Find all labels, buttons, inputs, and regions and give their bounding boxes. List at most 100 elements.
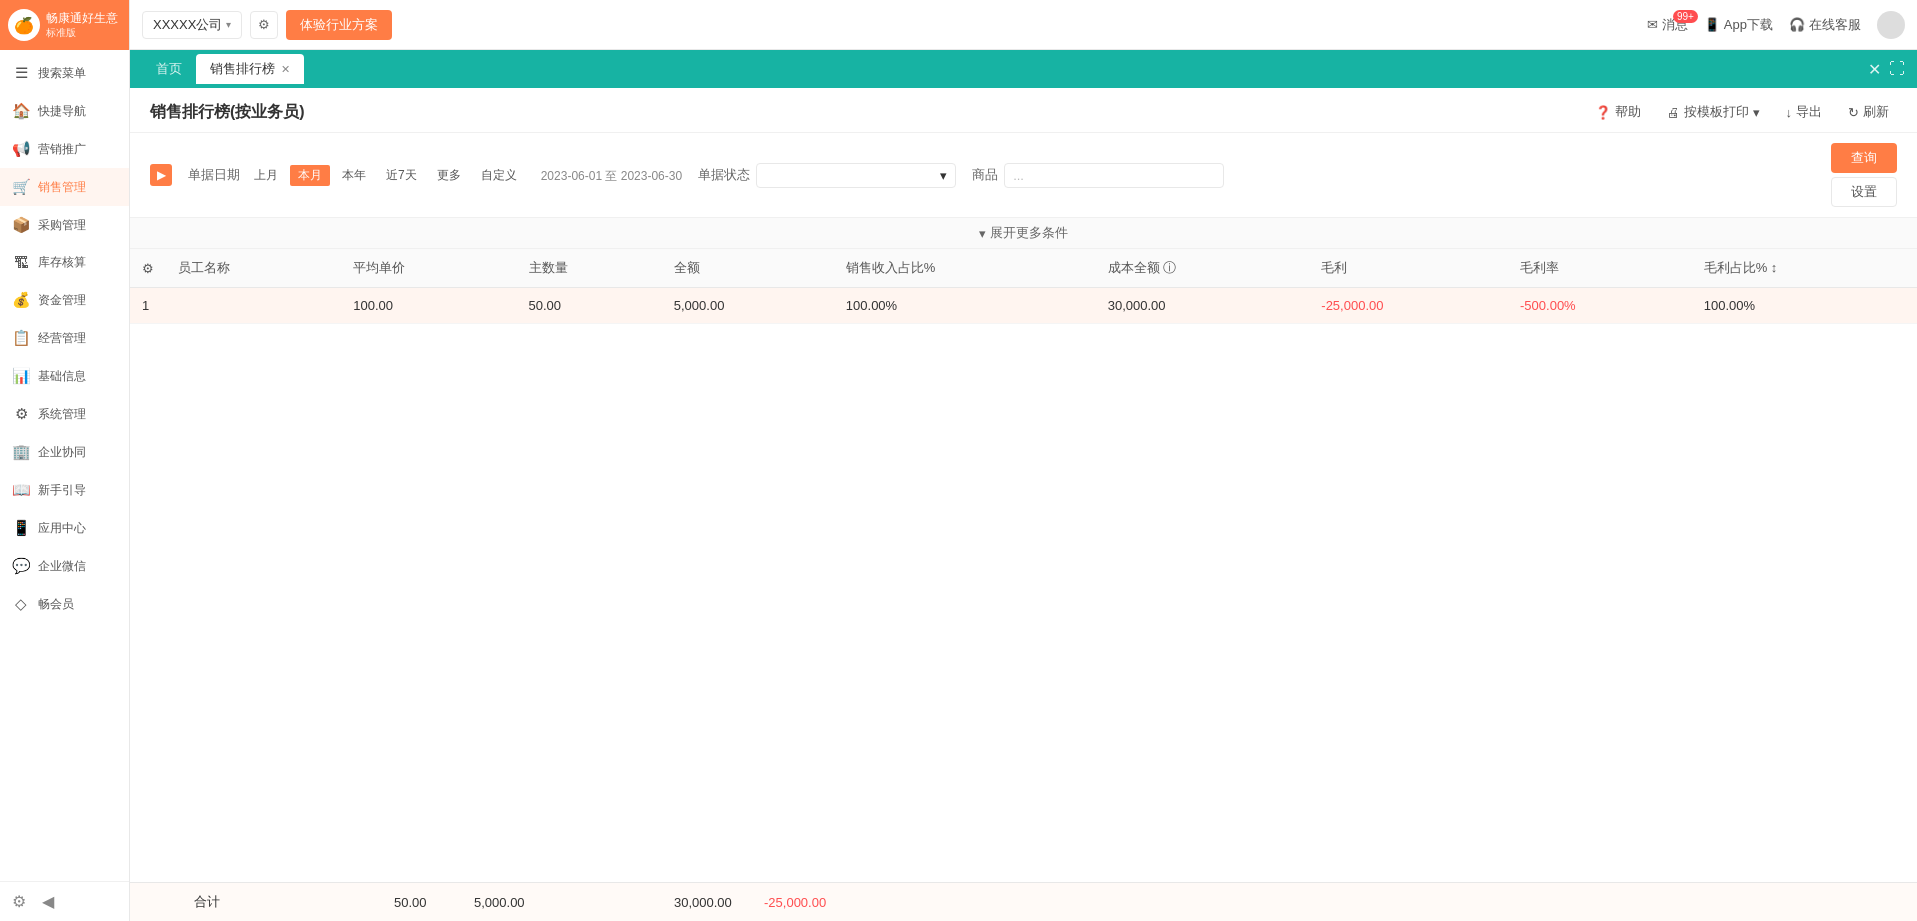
- export-icon: ↓: [1786, 105, 1793, 120]
- cell-gross: -25,000.00: [1309, 288, 1508, 324]
- filter-buttons: 查询 设置: [1831, 143, 1897, 207]
- app-download-label: App下载: [1724, 16, 1773, 34]
- sales-icon: 🛒: [12, 178, 30, 196]
- date-tab-cur-month[interactable]: 本月: [290, 165, 330, 186]
- headset-icon: 🎧: [1789, 17, 1805, 32]
- table-area: ⚙ 员工名称 平均单价 主数量 全额: [130, 249, 1917, 882]
- sidebar-item-apps[interactable]: 📱 应用中心: [0, 509, 129, 547]
- help-button[interactable]: ❓ 帮助: [1587, 100, 1649, 124]
- expand-label: 展开更多条件: [990, 224, 1068, 242]
- date-tab-last7[interactable]: 近7天: [378, 165, 425, 186]
- logo-text-block: 畅康通好生意 标准版: [46, 11, 118, 40]
- date-tab-prev-month[interactable]: 上月: [246, 165, 286, 186]
- app-download-button[interactable]: 📱 App下载: [1704, 16, 1773, 34]
- top-header: XXXXX公司 ▾ ⚙ 体验行业方案 ✉ 消息 99+ 📱 App下载 🎧 在线…: [130, 0, 1917, 50]
- sidebar-item-operations[interactable]: 📋 经营管理: [0, 319, 129, 357]
- col-settings[interactable]: ⚙: [130, 249, 166, 288]
- message-badge: 99+: [1673, 10, 1698, 23]
- sidebar-item-wechat[interactable]: 💬 企业微信: [0, 547, 129, 585]
- sidebar-item-sales[interactable]: 🛒 销售管理: [0, 168, 129, 206]
- finance-icon: 💰: [12, 291, 30, 309]
- inventory-icon: 🏗: [12, 254, 30, 271]
- guide-icon: 📖: [12, 481, 30, 499]
- tab-bar-expand-icon[interactable]: ⛶: [1889, 60, 1905, 78]
- print-label: 按模板打印: [1684, 103, 1749, 121]
- tab-bar-close-icon[interactable]: ✕: [1868, 60, 1881, 79]
- sidebar-label-member: 畅会员: [38, 596, 74, 613]
- sidebar-item-marketing[interactable]: 📢 营销推广: [0, 130, 129, 168]
- app-download-icon: 📱: [1704, 17, 1720, 32]
- online-service-label: 在线客服: [1809, 16, 1861, 34]
- trial-button[interactable]: 体验行业方案: [286, 10, 392, 40]
- tab-close-icon[interactable]: ✕: [281, 63, 290, 76]
- sidebar-label-apps: 应用中心: [38, 520, 86, 537]
- export-label: 导出: [1796, 103, 1822, 121]
- avatar[interactable]: [1877, 11, 1905, 39]
- page-title: 销售排行榜(按业务员): [150, 102, 305, 123]
- sidebar-label-purchase: 采购管理: [38, 217, 86, 234]
- sidebar-item-purchase[interactable]: 📦 采购管理: [0, 206, 129, 244]
- data-table: ⚙ 员工名称 平均单价 主数量 全额: [130, 249, 1917, 324]
- print-button[interactable]: 🖨 按模板打印 ▾: [1659, 100, 1768, 124]
- message-button[interactable]: ✉ 消息 99+: [1647, 16, 1688, 34]
- sidebar-label-finance: 资金管理: [38, 292, 86, 309]
- sidebar-label-operations: 经营管理: [38, 330, 86, 347]
- sidebar-label-wechat: 企业微信: [38, 558, 86, 575]
- col-amount: 全额: [662, 249, 834, 288]
- system-icon: ⚙: [12, 405, 30, 423]
- expand-button[interactable]: ▾ 展开更多条件: [979, 224, 1068, 242]
- footer-collapse-icon[interactable]: ◀: [42, 892, 54, 911]
- tab-bar: 首页 销售排行榜 ✕ ✕ ⛶: [130, 50, 1917, 88]
- cell-cost: 30,000.00: [1096, 288, 1310, 324]
- expand-bar: ▾ 展开更多条件: [130, 218, 1917, 249]
- filter-toggle-button[interactable]: ▶: [150, 164, 172, 186]
- date-tab-cur-year[interactable]: 本年: [334, 165, 374, 186]
- basic-icon: 📊: [12, 367, 30, 385]
- status-select[interactable]: ▾: [756, 163, 956, 188]
- footer-totals: 合计 50.00 5,000.00 30,000.00 -25,000.00: [130, 882, 1917, 921]
- export-button[interactable]: ↓ 导出: [1778, 100, 1831, 124]
- col-qty: 主数量: [517, 249, 662, 288]
- online-service-button[interactable]: 🎧 在线客服: [1789, 16, 1861, 34]
- cell-gross-rate: -500.00%: [1508, 288, 1692, 324]
- col-gross: 毛利: [1309, 249, 1508, 288]
- col-gross-pct: 毛利占比% ↕: [1692, 249, 1917, 288]
- content-area: 销售排行榜(按业务员) ❓ 帮助 🖨 按模板打印 ▾ ↓ 导出 ↻ 刷新: [130, 88, 1917, 921]
- cell-rank: 1: [130, 288, 166, 324]
- sidebar-item-finance[interactable]: 💰 资金管理: [0, 281, 129, 319]
- date-tab-more[interactable]: 更多: [429, 165, 469, 186]
- page-actions: ❓ 帮助 🖨 按模板打印 ▾ ↓ 导出 ↻ 刷新: [1587, 100, 1898, 124]
- col-cost: 成本全额 ⓘ: [1096, 249, 1310, 288]
- filter-row-1: ▶ 单据日期 上月 本月 本年 近7天 更多 自定义 202: [150, 143, 1897, 207]
- status-filter: 单据状态 ▾: [698, 163, 956, 188]
- filter-settings-button[interactable]: 设置: [1831, 177, 1897, 207]
- sidebar-item-enterprise[interactable]: 🏢 企业协同: [0, 433, 129, 471]
- table-header-row: ⚙ 员工名称 平均单价 主数量 全额: [130, 249, 1917, 288]
- tab-sales-rank[interactable]: 销售排行榜 ✕: [196, 54, 304, 84]
- sidebar-item-basic[interactable]: 📊 基础信息: [0, 357, 129, 395]
- enterprise-icon: 🏢: [12, 443, 30, 461]
- date-tab-custom[interactable]: 自定义: [473, 165, 525, 186]
- footer-settings-icon[interactable]: ⚙: [12, 892, 26, 911]
- refresh-button[interactable]: ↻ 刷新: [1840, 100, 1897, 124]
- refresh-label: 刷新: [1863, 103, 1889, 121]
- sidebar-item-guide[interactable]: 📖 新手引导: [0, 471, 129, 509]
- sidebar-logo: 🍊 畅康通好生意 标准版: [0, 0, 129, 50]
- logo-subtitle: 标准版: [46, 26, 118, 39]
- member-icon: ◇: [12, 595, 30, 613]
- col-sales-pct: 销售收入占比%: [834, 249, 1096, 288]
- settings-button[interactable]: ⚙: [250, 11, 278, 39]
- logo-icon: 🍊: [8, 9, 40, 41]
- sidebar-item-inventory[interactable]: 🏗 库存核算: [0, 244, 129, 281]
- sidebar-item-shortcut[interactable]: 🏠 快捷导航: [0, 92, 129, 130]
- sidebar-item-search[interactable]: ☰ 搜索菜单: [0, 54, 129, 92]
- sidebar-item-system[interactable]: ⚙ 系统管理: [0, 395, 129, 433]
- company-selector[interactable]: XXXXX公司 ▾: [142, 11, 242, 39]
- cell-sales-pct: 100.00%: [834, 288, 1096, 324]
- footer-qty: 50.00: [382, 895, 462, 910]
- cell-gross-pct: 100.00%: [1692, 288, 1917, 324]
- product-input[interactable]: ...: [1004, 163, 1224, 188]
- sidebar-item-member[interactable]: ◇ 畅会员: [0, 585, 129, 623]
- query-button[interactable]: 查询: [1831, 143, 1897, 173]
- tab-home[interactable]: 首页: [142, 54, 196, 84]
